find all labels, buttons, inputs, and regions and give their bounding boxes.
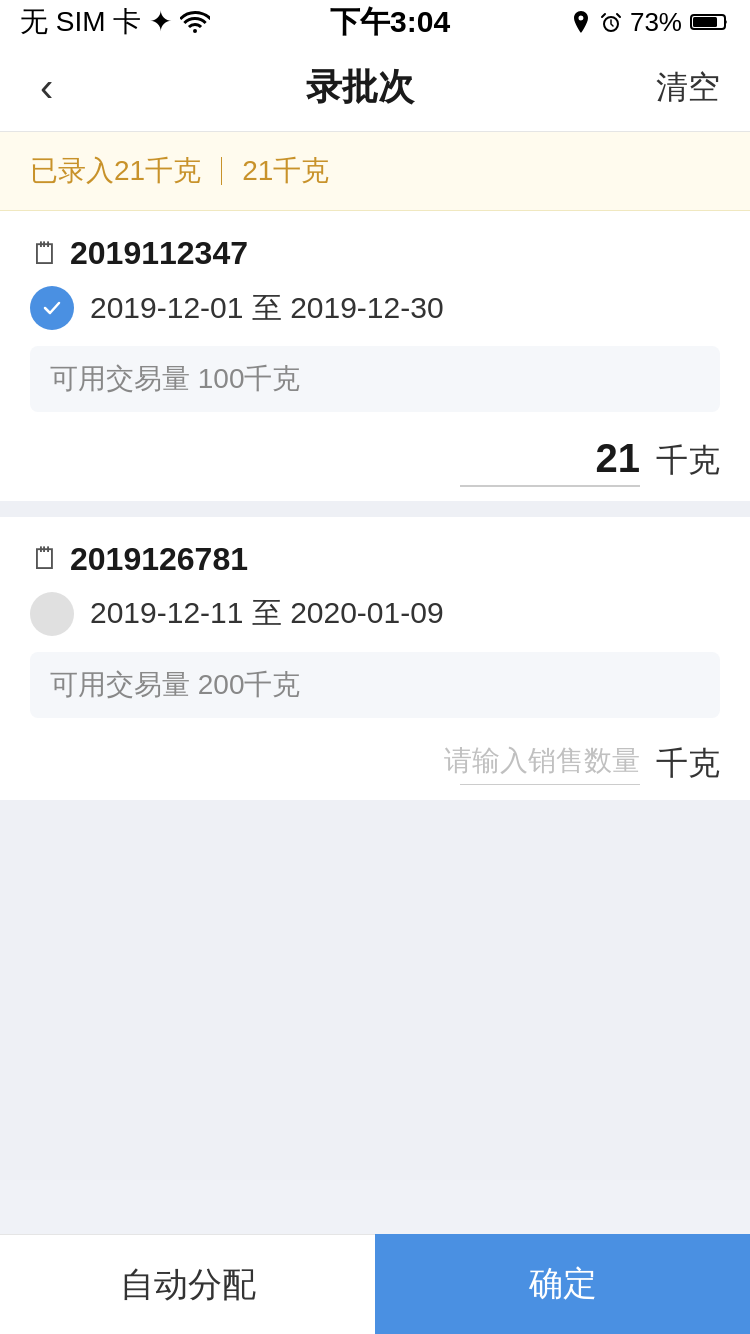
page-title: 录批次 bbox=[306, 63, 414, 112]
status-right: 73% bbox=[570, 7, 730, 38]
bottom-empty-area bbox=[0, 800, 750, 1180]
location-icon bbox=[570, 11, 592, 33]
batch-2-date: 2019-12-11 至 2020-01-09 bbox=[90, 593, 444, 634]
batch-item-1: 🗒 2019112347 2019-12-01 至 2019-12-30 可用交… bbox=[0, 211, 750, 412]
batch-2-date-row[interactable]: 2019-12-11 至 2020-01-09 bbox=[30, 592, 720, 636]
batch-2-checkbox[interactable] bbox=[30, 592, 74, 636]
batch-1-date-row[interactable]: 2019-12-01 至 2019-12-30 bbox=[30, 286, 720, 330]
svg-rect-2 bbox=[693, 17, 717, 27]
sim-text: 无 SIM 卡 ✦ bbox=[20, 3, 172, 41]
total-info: 21千克 bbox=[242, 152, 329, 190]
batch-2-header: 🗒 2019126781 bbox=[30, 541, 720, 578]
status-bar: 无 SIM 卡 ✦ 下午3:04 73% bbox=[0, 0, 750, 44]
batch-1-quantity-row: 21 千克 bbox=[0, 412, 750, 501]
status-left: 无 SIM 卡 ✦ bbox=[20, 3, 210, 41]
batch-2-quantity-input-area[interactable]: 请输入销售数量 bbox=[444, 742, 640, 786]
batch-1-quantity-input-area[interactable]: 21 bbox=[460, 436, 640, 487]
batch-2-quantity-row: 请输入销售数量 千克 bbox=[0, 718, 750, 800]
battery-icon bbox=[690, 12, 730, 32]
info-banner: 已录入21千克 21千克 bbox=[0, 132, 750, 211]
batch-2-underline bbox=[460, 784, 640, 786]
batch-1-underline bbox=[460, 485, 640, 487]
recorded-info: 已录入21千克 bbox=[30, 152, 201, 190]
batch-1-header: 🗒 2019112347 bbox=[30, 235, 720, 272]
batch-1-id: 2019112347 bbox=[70, 235, 248, 272]
batch-2-icon: 🗒 bbox=[30, 542, 60, 576]
back-button[interactable]: ‹ bbox=[30, 55, 63, 120]
wifi-icon bbox=[180, 11, 210, 33]
alarm-icon bbox=[600, 11, 622, 33]
auto-distribute-button[interactable]: 自动分配 bbox=[0, 1234, 375, 1334]
battery-text: 73% bbox=[630, 7, 682, 38]
batch-1-unit: 千克 bbox=[656, 439, 720, 483]
batch-1-checkbox[interactable] bbox=[30, 286, 74, 330]
nav-bar: ‹ 录批次 清空 bbox=[0, 44, 750, 132]
batch-1-available: 可用交易量 100千克 bbox=[30, 346, 720, 412]
clear-button[interactable]: 清空 bbox=[656, 66, 720, 110]
status-time: 下午3:04 bbox=[330, 2, 450, 43]
confirm-button[interactable]: 确定 bbox=[375, 1234, 750, 1334]
batch-2-unit: 千克 bbox=[656, 742, 720, 786]
batch-1-quantity-value[interactable]: 21 bbox=[560, 436, 640, 481]
checkmark-icon bbox=[40, 296, 64, 320]
info-divider bbox=[221, 157, 222, 185]
section-separator bbox=[0, 501, 750, 517]
batch-2-placeholder[interactable]: 请输入销售数量 bbox=[444, 742, 640, 780]
footer: 自动分配 确定 bbox=[0, 1234, 750, 1334]
batch-2-available: 可用交易量 200千克 bbox=[30, 652, 720, 718]
batch-item-2: 🗒 2019126781 2019-12-11 至 2020-01-09 可用交… bbox=[0, 517, 750, 718]
batch-1-icon: 🗒 bbox=[30, 237, 60, 271]
batch-1-date: 2019-12-01 至 2019-12-30 bbox=[90, 288, 444, 329]
batch-2-id: 2019126781 bbox=[70, 541, 248, 578]
